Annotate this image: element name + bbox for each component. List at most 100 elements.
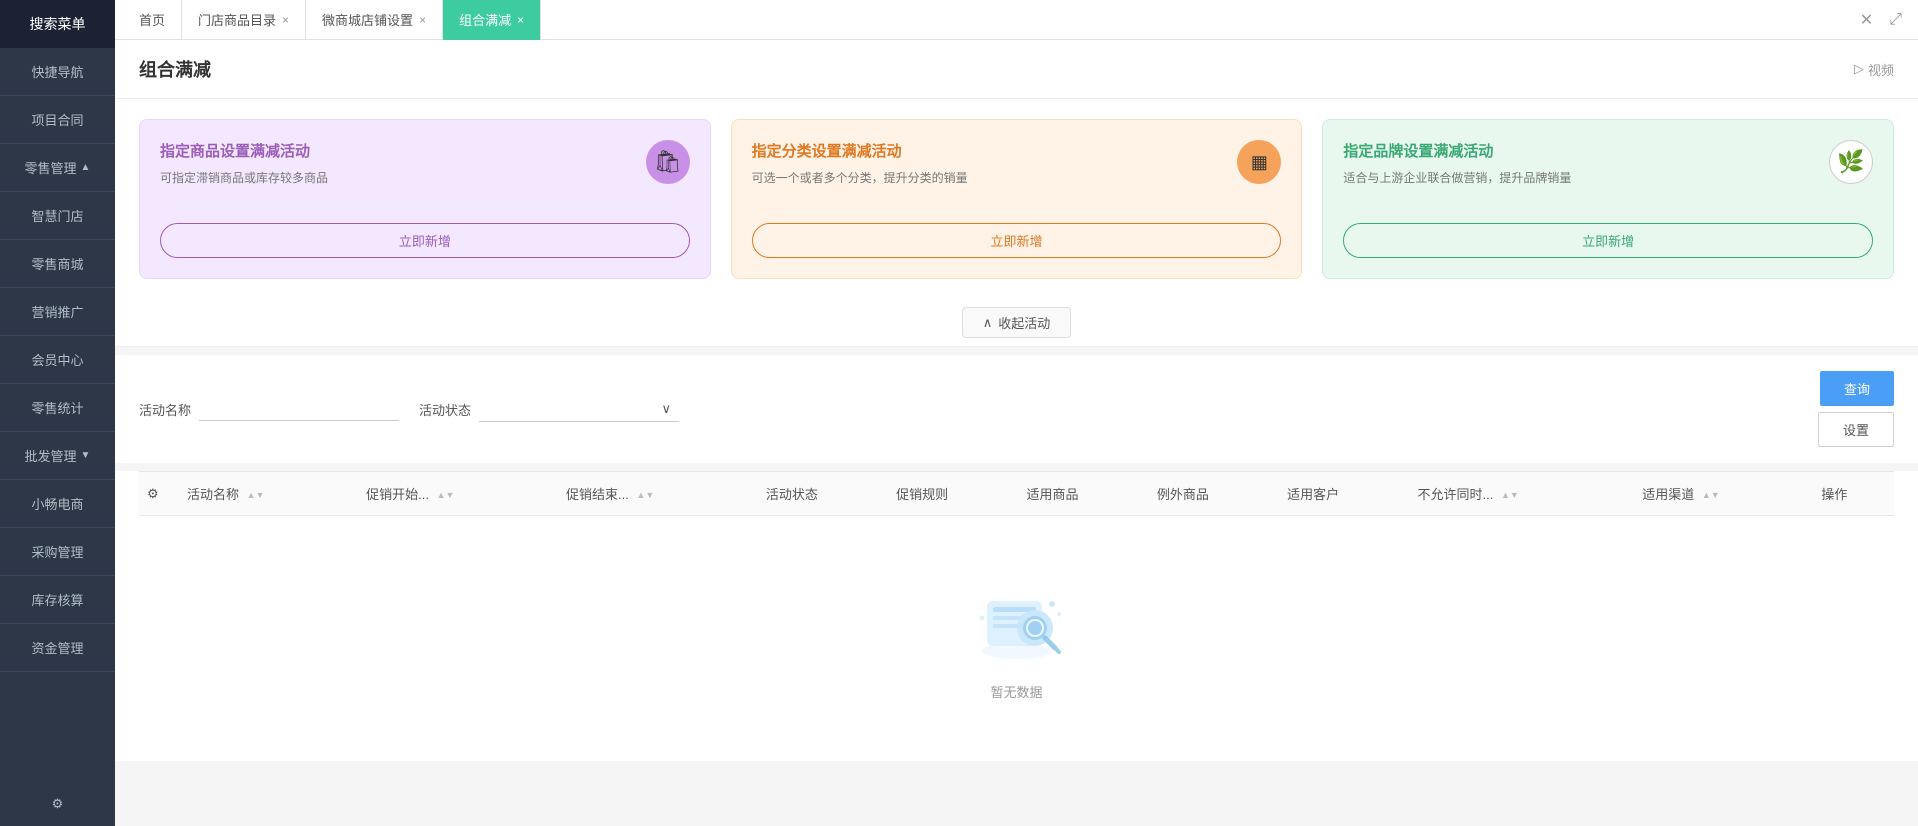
tab-store-catalog-close[interactable]: ×	[282, 13, 289, 27]
sidebar-item-marketing[interactable]: 营销推广	[0, 288, 115, 336]
tab-wechat-store[interactable]: 微商城店铺设置 ×	[306, 0, 443, 40]
sidebar-item-member-center[interactable]: 会员中心	[0, 336, 115, 384]
sidebar: 搜索菜单 快捷导航 项目合同 零售管理 ▲ 智慧门店 零售商城 营销推广 会员中…	[0, 0, 115, 826]
col-settings[interactable]: ⚙	[139, 472, 179, 516]
play-icon: ▷	[1854, 61, 1864, 77]
brand-card-desc: 适合与上游企业联合做营销，提升品牌销量	[1343, 169, 1873, 207]
activity-name-group: 活动名称	[139, 397, 399, 421]
sidebar-settings[interactable]: ⚙	[0, 782, 115, 826]
sidebar-item-wholesale-mgmt[interactable]: 批发管理 ▼	[0, 432, 115, 480]
chevron-down-icon: ∨	[662, 401, 672, 417]
tab-home[interactable]: 首页	[123, 0, 182, 40]
category-card-add-btn[interactable]: 立即新增	[752, 223, 1282, 258]
filter-bar: 活动名称 活动状态 ∨ 查询 设置	[115, 355, 1918, 463]
sidebar-item-label: 批发管理	[25, 446, 77, 465]
window-close-btn[interactable]: ✕	[1852, 6, 1881, 34]
col-applicable-customer: 适用客户	[1279, 472, 1409, 516]
activity-name-label: 活动名称	[139, 400, 191, 419]
video-label: 视频	[1868, 60, 1894, 79]
brand-card-icon: 🌿	[1829, 140, 1873, 184]
filter-actions: 查询 设置	[1818, 371, 1894, 447]
sidebar-item-inventory[interactable]: 库存核算	[0, 576, 115, 624]
product-card-title: 指定商品设置满减活动	[160, 140, 690, 161]
wholesale-arrow: ▼	[81, 450, 91, 461]
tab-store-catalog[interactable]: 门店商品目录 ×	[182, 0, 306, 40]
sidebar-item-retail-stats[interactable]: 零售统计	[0, 384, 115, 432]
settings-button[interactable]: 设置	[1818, 412, 1894, 447]
retail-mgmt-arrow: ▲	[81, 162, 91, 173]
collapse-label: 收起活动	[998, 313, 1050, 332]
col-applicable-goods: 适用商品	[1018, 472, 1148, 516]
col-applicable-channel[interactable]: 适用渠道 ▲▼	[1634, 472, 1813, 516]
category-card-desc: 可选一个或者多个分类，提升分类的销量	[752, 169, 1282, 207]
activity-status-group: 活动状态 ∨	[419, 397, 679, 422]
brand-promo-card: 指定品牌设置满减活动 🌿 适合与上游企业联合做营销，提升品牌销量 立即新增	[1322, 119, 1894, 279]
col-operation-label: 操作	[1821, 487, 1847, 502]
col-activity-status-label: 活动状态	[766, 487, 818, 502]
category-promo-card: 指定分类设置满减活动 ▦ 可选一个或者多个分类，提升分类的销量 立即新增	[731, 119, 1303, 279]
tab-wechat-store-label: 微商城店铺设置	[322, 10, 413, 29]
product-card-add-btn[interactable]: 立即新增	[160, 223, 690, 258]
col-applicable-customer-label: 适用客户	[1287, 487, 1339, 502]
col-promo-end[interactable]: 促销结束... ▲▼	[558, 472, 758, 516]
activity-name-input[interactable]	[199, 397, 399, 421]
collapse-icon: ∧	[983, 315, 993, 331]
sidebar-item-xiaochang[interactable]: 小畅电商	[0, 480, 115, 528]
col-exception-goods-label: 例外商品	[1157, 487, 1209, 502]
col-promo-start-label: 促销开始...	[366, 487, 429, 502]
col-activity-name-label: 活动名称	[187, 487, 239, 502]
tab-bar: 首页 门店商品目录 × 微商城店铺设置 × 组合满减 × ✕ ⤢	[115, 0, 1918, 40]
sidebar-item-retail-mall[interactable]: 零售商城	[0, 240, 115, 288]
tab-wechat-store-close[interactable]: ×	[419, 13, 426, 27]
sort-arrows-promo-end: ▲▼	[636, 491, 654, 500]
col-exception-goods: 例外商品	[1149, 472, 1279, 516]
col-no-concurrent[interactable]: 不允许同时... ▲▼	[1409, 472, 1634, 516]
col-activity-status: 活动状态	[758, 472, 888, 516]
tab-combo-discount-close[interactable]: ×	[517, 13, 524, 27]
empty-icon	[967, 576, 1067, 666]
product-card-icon: 🛍	[646, 140, 690, 184]
col-promo-rule-label: 促销规则	[896, 487, 948, 502]
content-area: 组合满减 ▷ 视频 指定商品设置满减活动 🛍 可指定滞销商品或库存较多商品 立即…	[115, 40, 1918, 826]
collapse-activities-btn[interactable]: ∧ 收起活动	[962, 307, 1072, 338]
query-button[interactable]: 查询	[1820, 371, 1894, 406]
sort-arrows-activity-name: ▲▼	[247, 491, 265, 500]
brand-card-add-btn[interactable]: 立即新增	[1343, 223, 1873, 258]
page-header: 组合满减 ▷ 视频	[115, 40, 1918, 99]
col-operation: 操作	[1813, 472, 1894, 516]
col-applicable-channel-label: 适用渠道	[1642, 487, 1694, 502]
activity-status-select[interactable]: ∨	[479, 397, 679, 422]
sidebar-item-quick-nav[interactable]: 快捷导航	[0, 48, 115, 96]
sort-arrows-promo-start: ▲▼	[437, 491, 455, 500]
window-maximize-btn[interactable]: ⤢	[1881, 7, 1910, 33]
cards-section: 指定商品设置满减活动 🛍 可指定滞销商品或库存较多商品 立即新增 指定分类设置满…	[115, 99, 1918, 299]
tab-combo-discount-label: 组合满减	[459, 10, 511, 29]
col-promo-end-label: 促销结束...	[566, 487, 629, 502]
empty-text: 暂无数据	[990, 682, 1042, 701]
col-no-concurrent-label: 不允许同时...	[1417, 487, 1493, 502]
main-area: 首页 门店商品目录 × 微商城店铺设置 × 组合满减 × ✕ ⤢ 组合满减 ▷ …	[115, 0, 1918, 826]
tab-home-label: 首页	[139, 10, 165, 29]
data-table: ⚙ 活动名称 ▲▼ 促销开始... ▲▼ 促销结束... ▲▼	[139, 471, 1894, 516]
sort-arrows-no-concurrent: ▲▼	[1501, 491, 1519, 500]
category-card-title: 指定分类设置满减活动	[752, 140, 1282, 161]
col-activity-name[interactable]: 活动名称 ▲▼	[179, 472, 358, 516]
sidebar-item-retail-mgmt[interactable]: 零售管理 ▲	[0, 144, 115, 192]
table-header-row: ⚙ 活动名称 ▲▼ 促销开始... ▲▼ 促销结束... ▲▼	[139, 472, 1894, 516]
sidebar-item-purchase[interactable]: 采购管理	[0, 528, 115, 576]
col-promo-rule: 促销规则	[888, 472, 1018, 516]
tab-store-catalog-label: 门店商品目录	[198, 10, 276, 29]
table-section: ⚙ 活动名称 ▲▼ 促销开始... ▲▼ 促销结束... ▲▼	[115, 471, 1918, 516]
brand-card-title: 指定品牌设置满减活动	[1343, 140, 1873, 161]
sidebar-item-finance[interactable]: 资金管理	[0, 624, 115, 672]
col-promo-start[interactable]: 促销开始... ▲▼	[358, 472, 558, 516]
collapse-bar: ∧ 收起活动	[115, 299, 1918, 347]
tab-combo-discount[interactable]: 组合满减 ×	[443, 0, 541, 40]
sort-arrows-channel: ▲▼	[1702, 491, 1720, 500]
activity-status-label: 活动状态	[419, 400, 471, 419]
sidebar-item-project-contract[interactable]: 项目合同	[0, 96, 115, 144]
sidebar-item-smart-store[interactable]: 智慧门店	[0, 192, 115, 240]
sidebar-search[interactable]: 搜索菜单	[0, 0, 115, 48]
product-promo-card: 指定商品设置满减活动 🛍 可指定滞销商品或库存较多商品 立即新增	[139, 119, 711, 279]
video-link[interactable]: ▷ 视频	[1854, 60, 1894, 79]
